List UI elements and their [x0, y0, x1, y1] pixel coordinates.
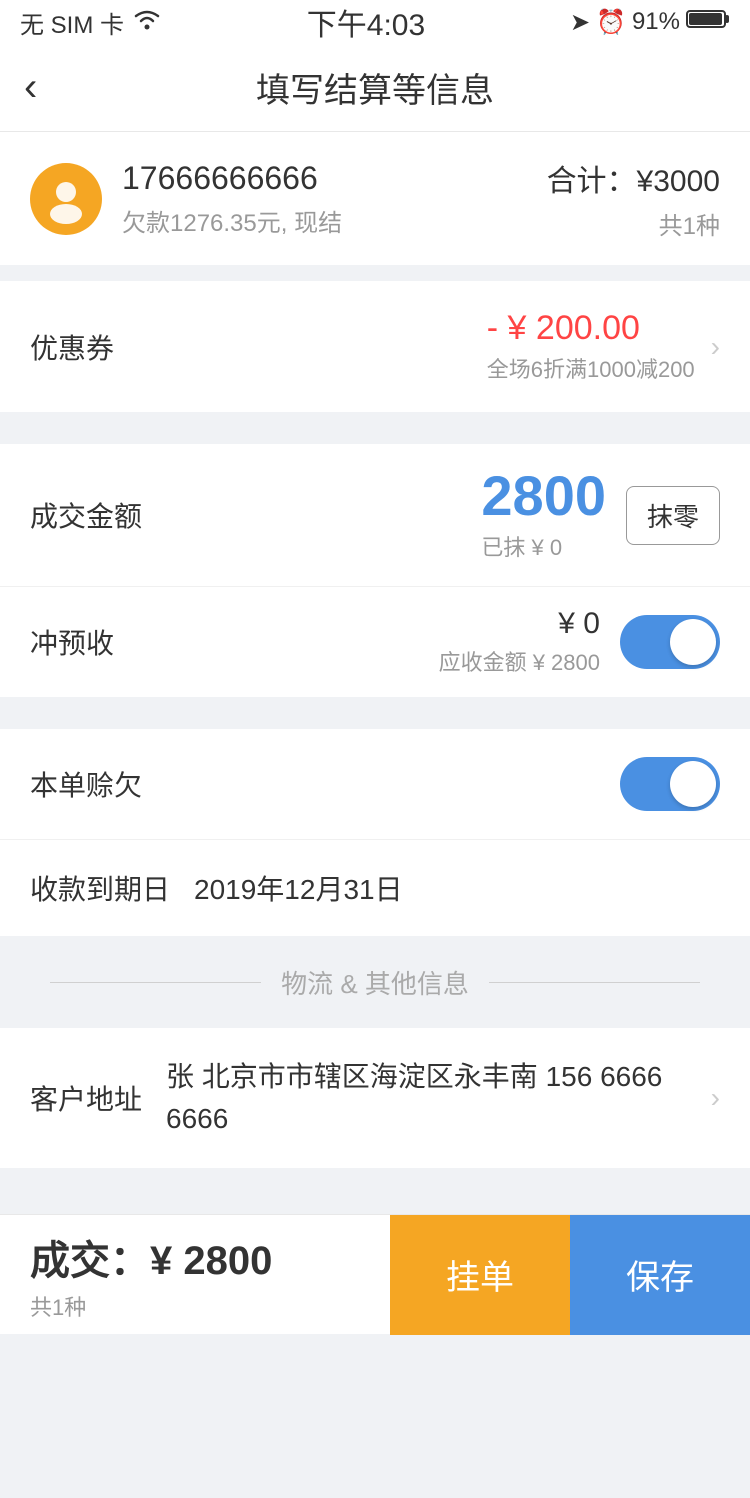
deal-value: 2800 [481, 468, 606, 524]
prepay-receivable: 应收金额 ¥ 2800 [439, 645, 600, 677]
coupon-info: - ¥ 200.00 全场6折满1000减200 [487, 309, 695, 384]
duedate-value: 2019年12月31日 [194, 868, 403, 908]
credit-row: 本单赊欠 [0, 729, 750, 839]
bottom-deal-label: 成交： [30, 1239, 150, 1283]
total-count: 共1种 [547, 206, 720, 241]
nav-bar: ‹ 填写结算等信息 [0, 44, 750, 132]
customer-right: 合计：¥3000 共1种 [547, 156, 720, 241]
logistics-divider: 物流 & 其他信息 [0, 952, 750, 1012]
credit-toggle[interactable] [620, 757, 720, 811]
deal-label: 成交金额 [30, 495, 142, 535]
status-left: 无 SIM 卡 [20, 5, 162, 40]
coupon-amount: - ¥ 200.00 [487, 309, 695, 348]
customer-phone: 17666666666 [122, 160, 342, 197]
prepay-value: ¥ 0 应收金额 ¥ 2800 [439, 607, 600, 677]
bottom-deal: 成交：¥ 2800 [30, 1228, 360, 1286]
address-label: 客户地址 [30, 1078, 142, 1118]
back-button[interactable]: ‹ [24, 65, 37, 110]
toggle-circle [670, 619, 716, 665]
avatar [30, 163, 102, 235]
deal-right: 2800 已抹 ¥ 0 抹零 [481, 468, 720, 562]
coupon-chevron-icon: › [711, 331, 720, 363]
credit-toggle-circle [670, 761, 716, 807]
total-amount: 合计：¥3000 [547, 156, 720, 200]
divider-text: 物流 & 其他信息 [281, 964, 469, 1001]
coupon-section: 优惠券 - ¥ 200.00 全场6折满1000减200 › [0, 281, 750, 412]
address-chevron-icon: › [711, 1082, 720, 1114]
prepay-toggle[interactable] [620, 615, 720, 669]
deal-value-block: 2800 已抹 ¥ 0 [481, 468, 606, 562]
prepay-amount: ¥ 0 [439, 607, 600, 641]
sim-label: 无 SIM 卡 [20, 5, 124, 40]
status-time: 下午4:03 [307, 0, 425, 44]
duedate-label: 收款到期日 [30, 868, 170, 908]
divider-line-right [489, 982, 700, 983]
bottom-count: 共1种 [30, 1290, 360, 1322]
address-row[interactable]: 客户地址 张 北京市市辖区海淀区永丰南 156 6666 6666 › [0, 1028, 750, 1168]
bottom-bar: 成交：¥ 2800 共1种 挂单 保存 [0, 1214, 750, 1334]
separator-2 [0, 713, 750, 729]
customer-debt: 欠款1276.35元, 现结 [122, 203, 342, 238]
alarm-icon: ⏰ [596, 8, 626, 37]
prepay-row: 冲预收 ¥ 0 应收金额 ¥ 2800 [0, 586, 750, 697]
credit-label: 本单赊欠 [30, 764, 142, 804]
coupon-row[interactable]: 优惠券 - ¥ 200.00 全场6折满1000减200 › [0, 281, 750, 412]
coupon-desc: 全场6折满1000减200 [487, 352, 695, 384]
deal-sub: 已抹 ¥ 0 [481, 530, 606, 562]
status-bar: 无 SIM 卡 下午4:03 ➤ ⏰ 91% [0, 0, 750, 44]
address-value: 张 北京市市辖区海淀区永丰南 156 6666 6666 [166, 1056, 711, 1140]
coupon-right: - ¥ 200.00 全场6折满1000减200 › [487, 309, 720, 384]
prepay-label: 冲预收 [30, 622, 114, 662]
divider-wrapper: 物流 & 其他信息 [0, 964, 750, 1001]
customer-card: 17666666666 欠款1276.35元, 现结 合计：¥3000 共1种 [0, 132, 750, 265]
bottom-summary: 成交：¥ 2800 共1种 [0, 1228, 390, 1322]
coupon-label: 优惠券 [30, 327, 114, 367]
page-title: 填写结算等信息 [256, 63, 494, 112]
hold-button[interactable]: 挂单 [390, 1215, 570, 1335]
battery-icon [686, 8, 730, 37]
separator-1 [0, 428, 750, 444]
prepay-right: ¥ 0 应收金额 ¥ 2800 [439, 607, 720, 677]
battery-label: 91% [632, 8, 680, 36]
deal-amount-row: 成交金额 2800 已抹 ¥ 0 抹零 [0, 444, 750, 586]
credit-section: 本单赊欠 收款到期日 2019年12月31日 [0, 729, 750, 936]
round-button[interactable]: 抹零 [626, 486, 720, 545]
save-button[interactable]: 保存 [570, 1215, 750, 1335]
customer-info: 17666666666 欠款1276.35元, 现结 [122, 160, 342, 238]
bottom-deal-amount: ¥ 2800 [150, 1239, 272, 1283]
duedate-row: 收款到期日 2019年12月31日 [0, 839, 750, 936]
status-right: ➤ ⏰ 91% [570, 8, 730, 37]
customer-left: 17666666666 欠款1276.35元, 现结 [30, 160, 342, 238]
location-icon: ➤ [570, 8, 590, 37]
wifi-icon [132, 8, 162, 37]
deal-section: 成交金额 2800 已抹 ¥ 0 抹零 冲预收 ¥ 0 应收金额 ¥ 2800 [0, 444, 750, 697]
divider-line-left [50, 982, 261, 983]
